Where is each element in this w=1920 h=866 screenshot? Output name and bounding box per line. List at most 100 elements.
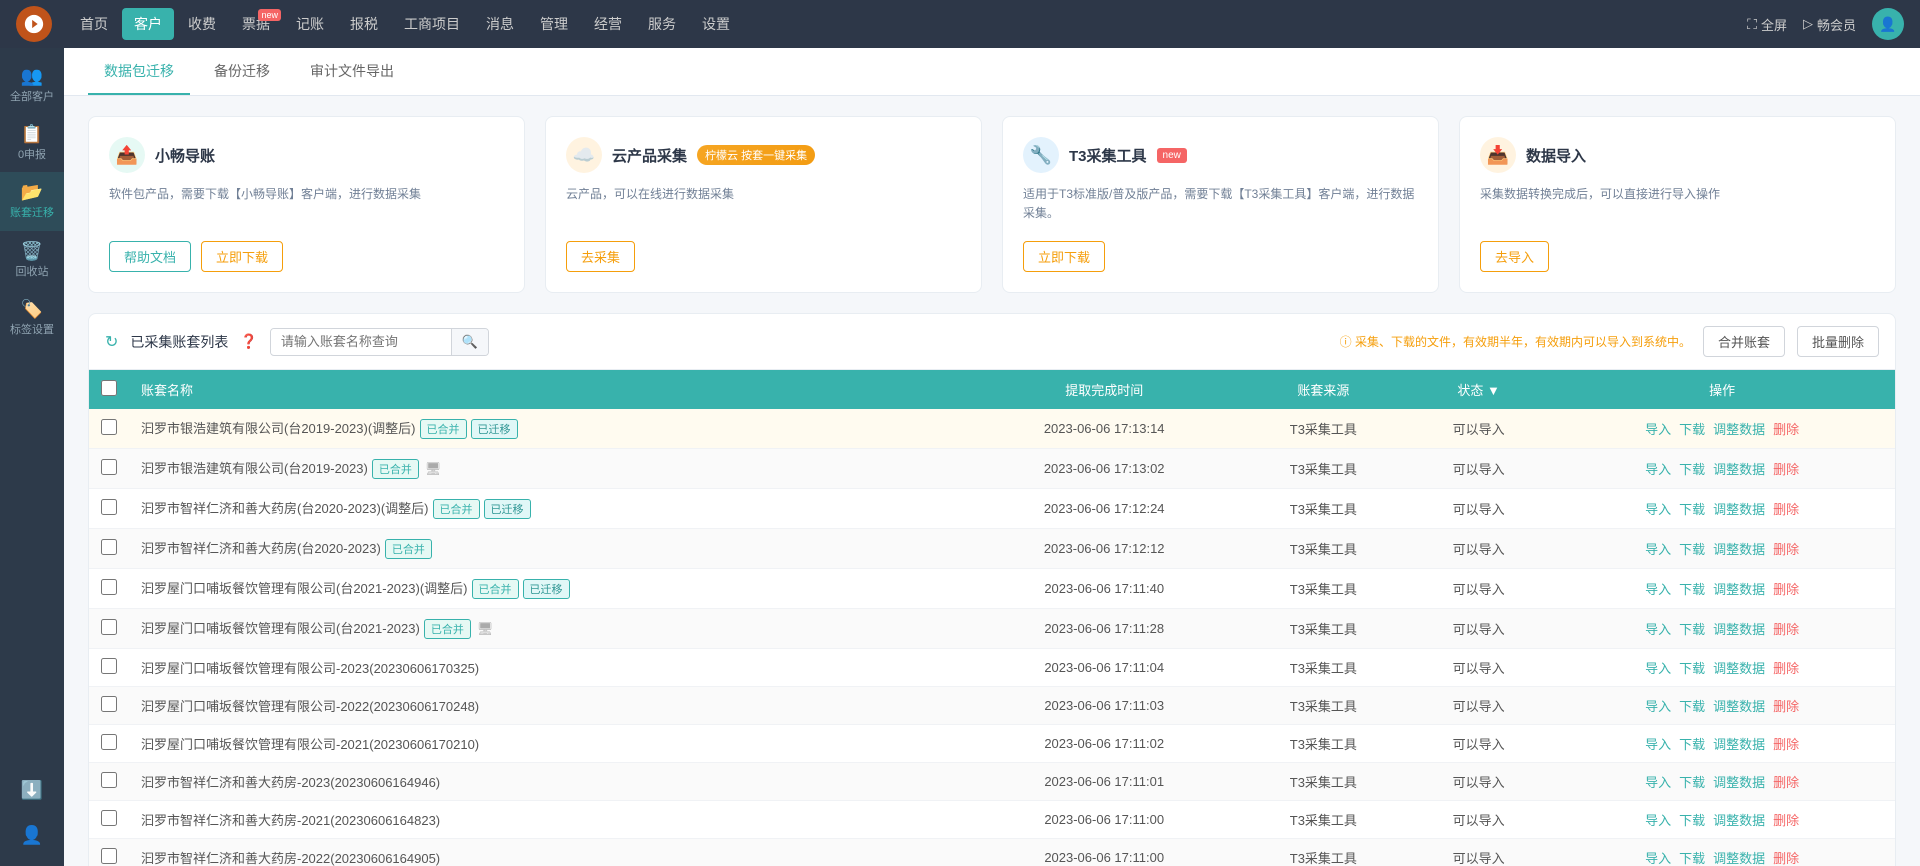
action-link-下载[interactable]: 下载 [1679,622,1705,637]
sidebar-user-icon[interactable]: 👤 [13,817,51,854]
action-link-调整数据[interactable]: 调整数据 [1713,699,1765,714]
action-link-导入[interactable]: 导入 [1645,737,1671,752]
action-link-调整数据[interactable]: 调整数据 [1713,502,1765,517]
action-link-删除[interactable]: 删除 [1773,775,1799,790]
tab-data-migration[interactable]: 数据包迁移 [88,49,190,95]
sidebar-item-tag-settings[interactable]: 🏷️ 标签设置 [0,289,64,347]
action-link-下载[interactable]: 下载 [1679,462,1705,477]
row-checkbox[interactable] [101,459,117,475]
help-doc-button[interactable]: 帮助文档 [109,241,191,272]
action-link-删除[interactable]: 删除 [1773,462,1799,477]
sidebar-item-account-migrate[interactable]: 📂 账套迁移 [0,172,64,230]
nav-item-account[interactable]: 记账 [284,8,336,40]
action-link-调整数据[interactable]: 调整数据 [1713,737,1765,752]
tab-backup-migration[interactable]: 备份迁移 [198,49,286,95]
action-link-下载[interactable]: 下载 [1679,699,1705,714]
action-link-下载[interactable]: 下载 [1679,422,1705,437]
card-actions: 去导入 [1480,241,1875,272]
action-link-导入[interactable]: 导入 [1645,542,1671,557]
action-link-下载[interactable]: 下载 [1679,502,1705,517]
search-button[interactable]: 🔍 [451,329,488,355]
action-link-导入[interactable]: 导入 [1645,462,1671,477]
nav-item-client[interactable]: 客户 [122,8,174,40]
member-button[interactable]: ▷ 畅会员 [1803,15,1856,34]
row-checkbox[interactable] [101,499,117,515]
go-import-button[interactable]: 去导入 [1480,241,1549,272]
nav-item-home[interactable]: 首页 [68,8,120,40]
action-link-导入[interactable]: 导入 [1645,851,1671,866]
action-link-下载[interactable]: 下载 [1679,582,1705,597]
row-checkbox[interactable] [101,848,117,864]
action-link-删除[interactable]: 删除 [1773,422,1799,437]
sidebar-download-icon[interactable]: ⬇️ [13,772,51,809]
action-link-删除[interactable]: 删除 [1773,851,1799,866]
action-link-调整数据[interactable]: 调整数据 [1713,462,1765,477]
action-link-删除[interactable]: 删除 [1773,582,1799,597]
nav-item-manage[interactable]: 管理 [528,8,580,40]
action-link-导入[interactable]: 导入 [1645,622,1671,637]
action-link-导入[interactable]: 导入 [1645,502,1671,517]
action-link-下载[interactable]: 下载 [1679,813,1705,828]
nav-item-tax[interactable]: 报税 [338,8,390,40]
action-link-导入[interactable]: 导入 [1645,422,1671,437]
action-link-调整数据[interactable]: 调整数据 [1713,813,1765,828]
action-link-下载[interactable]: 下载 [1679,542,1705,557]
action-link-删除[interactable]: 删除 [1773,622,1799,637]
sidebar-item-recycle[interactable]: 🗑️ 回收站 [0,231,64,289]
nav-item-bill[interactable]: 票据 new [230,8,282,40]
action-link-导入[interactable]: 导入 [1645,699,1671,714]
col-status[interactable]: 状态 ▼ [1408,370,1549,409]
go-collect-button[interactable]: 去采集 [566,241,635,272]
nav-item-operate[interactable]: 经营 [582,8,634,40]
action-link-删除[interactable]: 删除 [1773,502,1799,517]
user-avatar[interactable]: 👤 [1872,8,1904,40]
row-checkbox[interactable] [101,539,117,555]
action-link-下载[interactable]: 下载 [1679,737,1705,752]
action-link-调整数据[interactable]: 调整数据 [1713,622,1765,637]
nav-item-biz[interactable]: 工商项目 [392,8,472,40]
nav-item-msg[interactable]: 消息 [474,8,526,40]
nav-logo[interactable] [16,6,52,42]
action-link-调整数据[interactable]: 调整数据 [1713,542,1765,557]
action-link-导入[interactable]: 导入 [1645,661,1671,676]
nav-item-service[interactable]: 服务 [636,8,688,40]
action-link-删除[interactable]: 删除 [1773,699,1799,714]
row-checkbox[interactable] [101,734,117,750]
nav-item-settings[interactable]: 设置 [690,8,742,40]
merge-accounts-button[interactable]: 合并账套 [1703,326,1785,357]
action-link-调整数据[interactable]: 调整数据 [1713,422,1765,437]
action-link-删除[interactable]: 删除 [1773,813,1799,828]
batch-delete-button[interactable]: 批量删除 [1797,326,1879,357]
action-link-调整数据[interactable]: 调整数据 [1713,851,1765,866]
action-link-删除[interactable]: 删除 [1773,661,1799,676]
refresh-icon[interactable]: ↻ [105,332,118,352]
select-all-checkbox[interactable] [101,380,117,396]
action-link-导入[interactable]: 导入 [1645,775,1671,790]
action-link-下载[interactable]: 下载 [1679,775,1705,790]
fullscreen-button[interactable]: ⛶ 全屏 [1747,15,1787,34]
action-link-删除[interactable]: 删除 [1773,542,1799,557]
action-link-导入[interactable]: 导入 [1645,813,1671,828]
action-link-调整数据[interactable]: 调整数据 [1713,582,1765,597]
row-checkbox[interactable] [101,810,117,826]
action-link-删除[interactable]: 删除 [1773,737,1799,752]
row-checkbox[interactable] [101,772,117,788]
action-link-调整数据[interactable]: 调整数据 [1713,775,1765,790]
row-checkbox[interactable] [101,658,117,674]
row-checkbox[interactable] [101,619,117,635]
action-link-调整数据[interactable]: 调整数据 [1713,661,1765,676]
help-icon[interactable]: ❓ [240,333,257,350]
row-checkbox[interactable] [101,696,117,712]
action-link-导入[interactable]: 导入 [1645,582,1671,597]
row-checkbox[interactable] [101,579,117,595]
tab-audit-export[interactable]: 审计文件导出 [294,49,410,95]
t3-download-button[interactable]: 立即下载 [1023,241,1105,272]
row-checkbox[interactable] [101,419,117,435]
search-input[interactable] [271,329,451,354]
sidebar-item-all-clients[interactable]: 👥 全部客户 [0,56,64,114]
sidebar-item-zero-declare[interactable]: 📋 0申报 [0,114,64,172]
action-link-下载[interactable]: 下载 [1679,661,1705,676]
download-now-button[interactable]: 立即下载 [201,241,283,272]
nav-item-fee[interactable]: 收费 [176,8,228,40]
action-link-下载[interactable]: 下载 [1679,851,1705,866]
